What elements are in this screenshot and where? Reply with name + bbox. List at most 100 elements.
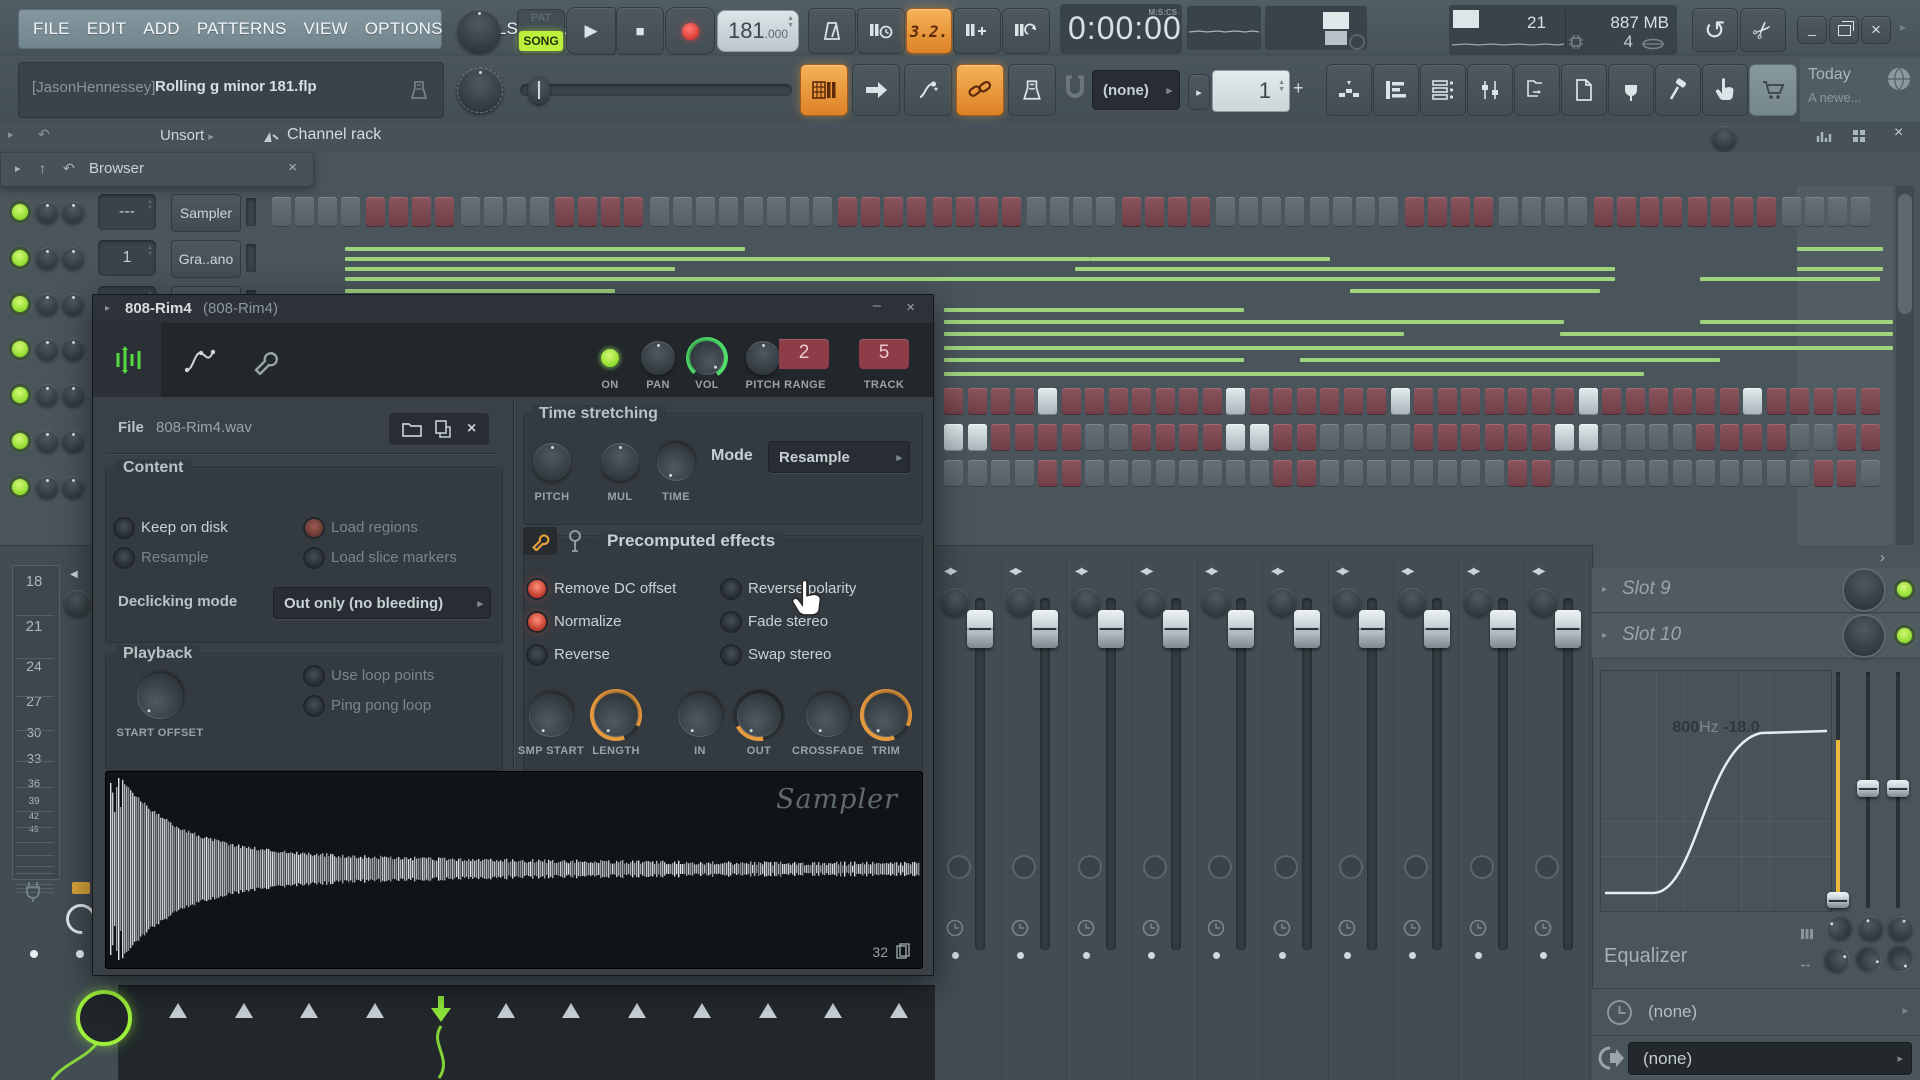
typing-to-piano-button[interactable] [1008,64,1056,116]
menu-view[interactable]: VIEW [304,19,348,39]
menu-options[interactable]: OPTIONS [365,19,443,39]
marker-arrow[interactable] [562,1003,580,1018]
step-cell[interactable] [1038,388,1057,415]
mute-clock-icon[interactable] [1011,919,1029,937]
channel-value-box[interactable]: 1 ▲ ▼ [98,240,156,276]
channel-button[interactable]: Sampler [171,194,241,232]
waveform-display[interactable]: Sampler 32 [105,771,923,969]
step-cell[interactable] [1649,424,1668,451]
step-cell[interactable] [1743,388,1762,415]
select-dot[interactable] [1213,952,1220,959]
step-cell[interactable] [1202,460,1222,487]
step-cell[interactable] [1343,460,1363,487]
step-cell[interactable] [1390,388,1410,415]
step-cell[interactable] [1144,197,1164,227]
step-cell[interactable] [1273,424,1292,451]
record-button[interactable] [665,7,715,55]
tools-cut-button[interactable]: ✂ [1740,8,1786,52]
record-arm-button[interactable] [947,855,971,879]
duplicate-file-icon[interactable] [434,419,454,439]
channel-pitch-knob[interactable] [746,341,780,375]
rack-scrollbar-handle[interactable] [1898,194,1912,314]
step-cell[interactable] [718,197,738,227]
value-spinner[interactable]: ▲▼ [147,245,153,257]
ts-knob-pitch[interactable] [533,443,571,481]
slot-enable-led[interactable] [1897,628,1912,643]
step-cell[interactable] [1179,460,1198,487]
step-cell[interactable] [1273,388,1292,415]
tab-misc-icon[interactable] [251,347,279,375]
separation-icon[interactable]: ◀▶ [1009,566,1022,577]
step-cell[interactable] [1061,460,1081,487]
record-arm-button[interactable] [1274,855,1298,879]
channel-pan-knob[interactable] [36,430,58,452]
sampler-titlebar[interactable]: ▸ 808-Rim4 (808-Rim4) – × [93,295,933,324]
mixer-fader-track[interactable] [975,598,985,950]
step-cell[interactable] [1096,197,1116,227]
separation-icon[interactable]: ◀▶ [1467,566,1480,577]
step-cell[interactable] [1860,460,1880,487]
step-cell[interactable] [1155,460,1175,487]
radio-swap-stereo[interactable] [722,646,740,664]
browser-back-icon[interactable]: ↶ [63,160,75,177]
mixer-pan-knob[interactable] [1202,588,1230,616]
eq-display[interactable]: 800Hz -18.0 [1600,670,1832,912]
mixer-fader[interactable] [1228,610,1254,648]
step-cell[interactable] [1531,460,1551,487]
mixer-pan-knob[interactable] [1137,588,1165,616]
channel-pan-knob[interactable] [36,476,58,498]
step-cell[interactable] [1672,460,1692,487]
mixer-fader-track[interactable] [1040,598,1050,950]
step-cell[interactable] [1249,388,1269,415]
step-cell[interactable] [1531,388,1551,415]
marker-arrow[interactable] [235,1003,253,1018]
step-cell[interactable] [483,197,503,227]
radio-keep-on-disk[interactable] [115,519,133,537]
pitch-range-badge[interactable]: 2 [779,339,829,369]
step-cell[interactable] [991,460,1010,487]
step-cell[interactable] [790,197,809,227]
shuffle-slider-track[interactable] [520,84,792,96]
step-cell[interactable] [1711,197,1730,227]
shop-button[interactable] [1749,64,1797,116]
step-cell[interactable] [1190,197,1210,227]
plugin-file-view-button[interactable] [1561,64,1607,116]
step-cell[interactable] [578,197,598,227]
touch-knob[interactable] [76,990,132,1046]
undo-button[interactable]: ↻ [1692,8,1738,52]
window-close-icon[interactable]: × [906,299,915,316]
step-cell[interactable] [1404,197,1424,227]
separation-icon[interactable]: ◀ [70,569,78,580]
mixer-fader[interactable] [1294,610,1320,648]
channel-led[interactable] [12,433,28,449]
step-cell[interactable] [1310,197,1330,227]
step-cell[interactable] [1343,424,1363,451]
channel-value-box[interactable]: --- ▲ ▼ [98,194,156,230]
step-cell[interactable] [1014,424,1034,451]
channel-vol-knob[interactable] [62,338,84,360]
value-spinner[interactable]: ▲▼ [147,199,153,211]
marker-arrow[interactable] [693,1003,711,1018]
mixer-pan-knob[interactable] [1006,588,1034,616]
channel-rack-view-button[interactable] [1420,64,1466,116]
select-dot[interactable] [1344,952,1351,959]
step-cell[interactable] [991,424,1010,451]
step-cell[interactable] [1522,197,1542,227]
step-cell[interactable] [1414,388,1433,415]
browser-up-icon[interactable]: ↑ [39,160,46,176]
step-cell[interactable] [1837,460,1856,487]
mixer-fader-track[interactable] [1106,598,1116,950]
channel-pan-knob[interactable] [36,293,58,315]
record-arm-button[interactable] [1012,855,1036,879]
step-cell[interactable] [1179,424,1198,451]
step-cell[interactable] [1356,197,1376,227]
plug-view-button[interactable] [1608,64,1654,116]
step-piano-toggle[interactable] [800,64,848,116]
mixer-fader[interactable] [1424,610,1450,648]
step-cell[interactable] [1014,388,1034,415]
separation-icon[interactable]: ◀▶ [1532,566,1545,577]
step-cell[interactable] [295,197,314,227]
step-cell[interactable] [1038,424,1057,451]
select-dot[interactable] [1540,952,1547,959]
marker-arrow[interactable] [890,1003,908,1018]
